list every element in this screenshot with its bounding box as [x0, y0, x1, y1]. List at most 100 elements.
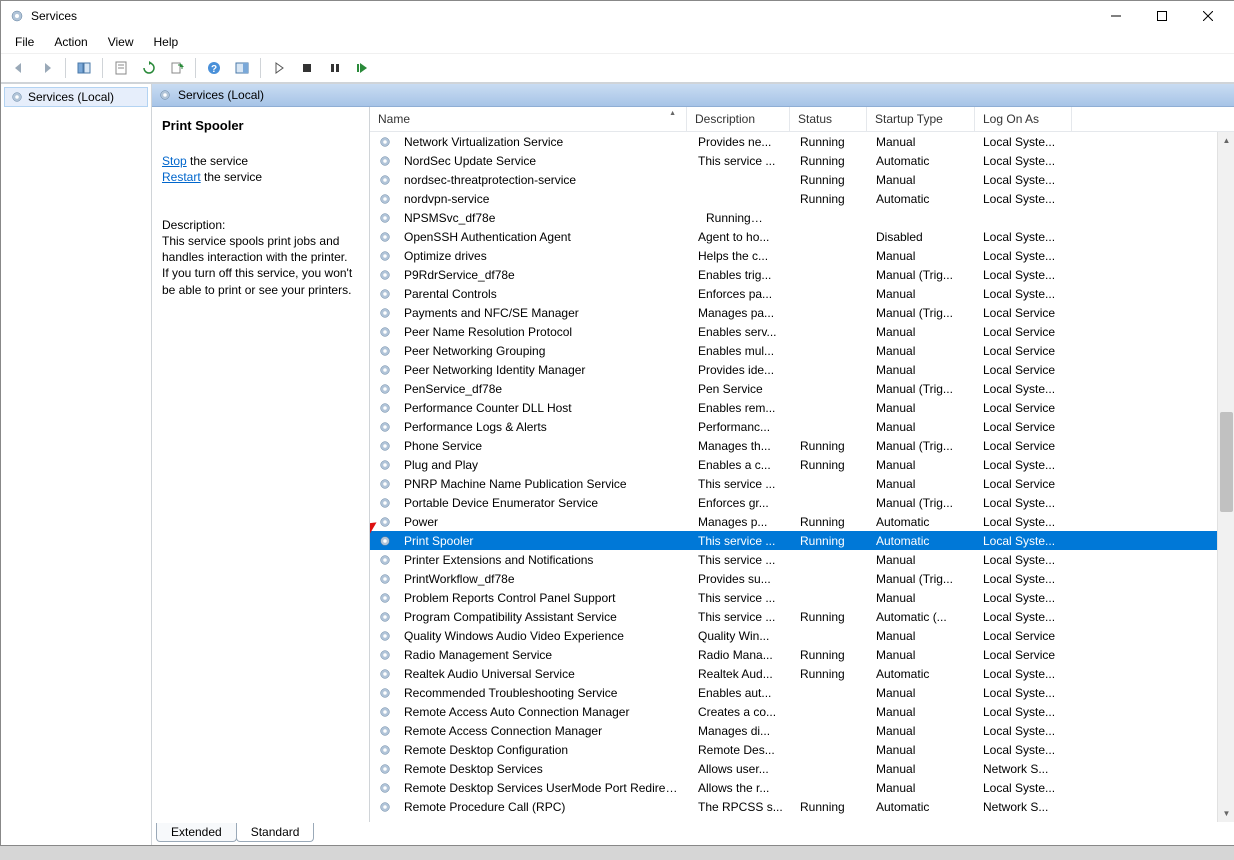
table-row[interactable]: PNRP Machine Name Publication ServiceThi…: [370, 474, 1234, 493]
properties-button[interactable]: [108, 55, 134, 81]
column-description[interactable]: Description: [687, 107, 790, 131]
cell-startup: Automatic: [868, 667, 975, 681]
cell-description: Remote Des...: [690, 743, 792, 757]
table-row[interactable]: Remote Desktop Services UserMode Port Re…: [370, 778, 1234, 797]
table-row[interactable]: nordsec-threatprotection-serviceRunningM…: [370, 170, 1234, 189]
table-row[interactable]: Remote Desktop ServicesAllows user...Man…: [370, 759, 1234, 778]
table-row[interactable]: NPSMSvc_df78eRunningManualLocal Syste...: [370, 208, 1234, 227]
cell-description: Enables mul...: [690, 344, 792, 358]
table-row[interactable]: Peer Name Resolution ProtocolEnables ser…: [370, 322, 1234, 341]
column-startup[interactable]: Startup Type: [867, 107, 975, 131]
table-row[interactable]: Remote Access Connection ManagerManages …: [370, 721, 1234, 740]
gear-icon: [378, 382, 392, 396]
cell-name: Program Compatibility Assistant Service: [396, 610, 690, 624]
menu-file[interactable]: File: [5, 33, 44, 51]
table-row[interactable]: PenService_df78ePen ServiceManual (Trig.…: [370, 379, 1234, 398]
table-row[interactable]: Remote Access Auto Connection ManagerCre…: [370, 702, 1234, 721]
tab-standard[interactable]: Standard: [236, 823, 315, 842]
scroll-up-icon[interactable]: ▲: [1218, 132, 1234, 149]
refresh-button[interactable]: [136, 55, 162, 81]
minimize-button[interactable]: [1093, 1, 1139, 31]
table-row[interactable]: Quality Windows Audio Video ExperienceQu…: [370, 626, 1234, 645]
restart-service-button[interactable]: [350, 55, 376, 81]
description-label: Description:: [162, 217, 357, 233]
table-row[interactable]: Radio Management ServiceRadio Mana...Run…: [370, 645, 1234, 664]
restart-service-link[interactable]: Restart: [162, 170, 201, 184]
cell-description: Pen Service: [690, 382, 792, 396]
column-label: Name: [378, 112, 410, 126]
table-row[interactable]: P9RdrService_df78eEnables trig...Manual …: [370, 265, 1234, 284]
table-row[interactable]: Performance Logs & AlertsPerformanc...Ma…: [370, 417, 1234, 436]
cell-name: Payments and NFC/SE Manager: [396, 306, 690, 320]
list-header: Name ▲ Description Status Startup Type L…: [370, 107, 1234, 132]
vertical-scrollbar[interactable]: ▲ ▼: [1217, 132, 1234, 822]
table-row[interactable]: PowerManages p...RunningAutomaticLocal S…: [370, 512, 1234, 531]
cell-description: Enforces pa...: [690, 287, 792, 301]
table-row[interactable]: Realtek Audio Universal ServiceRealtek A…: [370, 664, 1234, 683]
menu-help[interactable]: Help: [144, 33, 189, 51]
cell-startup: Manual: [868, 743, 975, 757]
cell-status: Running: [792, 173, 868, 187]
export-button[interactable]: [164, 55, 190, 81]
cell-startup: Manual (Trig...: [868, 306, 975, 320]
pause-service-button[interactable]: [322, 55, 348, 81]
table-row[interactable]: Print SpoolerThis service ...RunningAuto…: [370, 531, 1234, 550]
scroll-down-icon[interactable]: ▼: [1218, 805, 1234, 822]
table-row[interactable]: Program Compatibility Assistant ServiceT…: [370, 607, 1234, 626]
list-body[interactable]: Network Virtualization ServiceProvides n…: [370, 132, 1234, 822]
cell-startup: Automatic: [868, 154, 975, 168]
back-button[interactable]: [6, 55, 32, 81]
table-row[interactable]: NordSec Update ServiceThis service ...Ru…: [370, 151, 1234, 170]
action-suffix: the service: [201, 170, 262, 184]
table-row[interactable]: Parental ControlsEnforces pa...ManualLoc…: [370, 284, 1234, 303]
table-row[interactable]: Remote Desktop ConfigurationRemote Des..…: [370, 740, 1234, 759]
maximize-button[interactable]: [1139, 1, 1185, 31]
table-row[interactable]: Printer Extensions and NotificationsThis…: [370, 550, 1234, 569]
table-row[interactable]: Peer Networking Identity ManagerProvides…: [370, 360, 1234, 379]
tab-extended[interactable]: Extended: [156, 823, 237, 842]
cell-startup: Manual: [868, 135, 975, 149]
menu-action[interactable]: Action: [44, 33, 97, 51]
cell-startup: Manual: [868, 458, 975, 472]
stop-service-button[interactable]: [294, 55, 320, 81]
cell-description: Manages p...: [690, 515, 792, 529]
start-service-button[interactable]: [266, 55, 292, 81]
table-row[interactable]: Remote Procedure Call (RPC)The RPCSS s..…: [370, 797, 1234, 816]
table-row[interactable]: Phone ServiceManages th...RunningManual …: [370, 436, 1234, 455]
action-pane-button[interactable]: [229, 55, 255, 81]
table-row[interactable]: Recommended Troubleshooting ServiceEnabl…: [370, 683, 1234, 702]
table-row[interactable]: Peer Networking GroupingEnables mul...Ma…: [370, 341, 1234, 360]
cell-startup: Manual: [868, 401, 975, 415]
show-hide-tree-button[interactable]: [71, 55, 97, 81]
table-row[interactable]: OpenSSH Authentication AgentAgent to ho.…: [370, 227, 1234, 246]
table-row[interactable]: Payments and NFC/SE ManagerManages pa...…: [370, 303, 1234, 322]
gear-icon: [378, 629, 392, 643]
menubar: File Action View Help: [1, 31, 1234, 54]
stop-service-link[interactable]: Stop: [162, 154, 187, 168]
cell-description: Enables rem...: [690, 401, 792, 415]
column-name[interactable]: Name ▲: [370, 107, 687, 131]
cell-startup: Manual: [868, 477, 975, 491]
cell-name: PNRP Machine Name Publication Service: [396, 477, 690, 491]
help-button[interactable]: ?: [201, 55, 227, 81]
cell-logon: Network S...: [975, 762, 1071, 776]
table-row[interactable]: Plug and PlayEnables a c...RunningManual…: [370, 455, 1234, 474]
cell-description: This service ...: [690, 477, 792, 491]
menu-view[interactable]: View: [98, 33, 144, 51]
action-suffix: the service: [187, 154, 248, 168]
cell-logon: Network S...: [975, 800, 1071, 814]
close-button[interactable]: [1185, 1, 1231, 31]
table-row[interactable]: Problem Reports Control Panel SupportThi…: [370, 588, 1234, 607]
column-logon[interactable]: Log On As: [975, 107, 1072, 131]
table-row[interactable]: Network Virtualization ServiceProvides n…: [370, 132, 1234, 151]
scrollbar-thumb[interactable]: [1220, 412, 1233, 512]
table-row[interactable]: Portable Device Enumerator ServiceEnforc…: [370, 493, 1234, 512]
column-status[interactable]: Status: [790, 107, 867, 131]
cell-logon: Local Syste...: [975, 591, 1071, 605]
table-row[interactable]: Optimize drivesHelps the c...ManualLocal…: [370, 246, 1234, 265]
table-row[interactable]: nordvpn-serviceRunningAutomaticLocal Sys…: [370, 189, 1234, 208]
table-row[interactable]: PrintWorkflow_df78eProvides su...Manual …: [370, 569, 1234, 588]
forward-button[interactable]: [34, 55, 60, 81]
tree-item-services-local[interactable]: Services (Local): [4, 87, 148, 107]
table-row[interactable]: Performance Counter DLL HostEnables rem.…: [370, 398, 1234, 417]
